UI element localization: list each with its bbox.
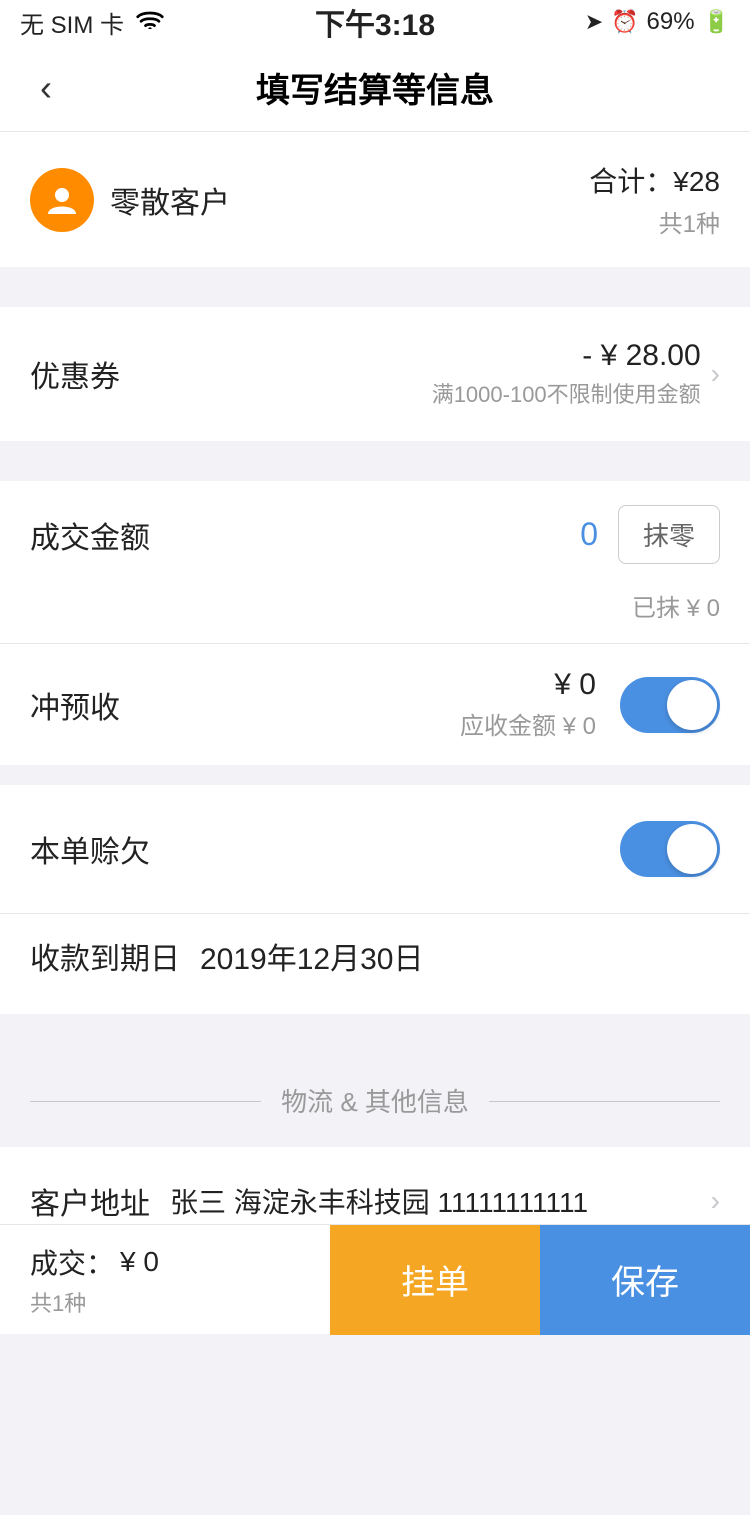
coupon-right: - ¥ 28.00 满1000-100不限制使用金额 ›	[432, 339, 720, 409]
status-time: 下午3:18	[315, 0, 435, 44]
gap4	[0, 1034, 750, 1054]
save-button[interactable]: 保存	[540, 1225, 750, 1335]
customer-total: 合计：¥28	[589, 160, 720, 200]
hold-button[interactable]: 挂单	[330, 1225, 540, 1335]
gap3	[0, 765, 750, 785]
duedate-row[interactable]: 收款到期日 2019年12月30日	[0, 913, 750, 1014]
precollect-sub: 应收金额 ¥ 0	[460, 706, 596, 741]
back-button[interactable]: ‹	[30, 57, 62, 119]
toggle-knob	[667, 680, 717, 730]
wifi-icon	[136, 8, 164, 36]
precollect-amount: ¥ 0	[460, 668, 596, 702]
bottom-info: 成交： ¥ 0 共1种	[0, 1242, 330, 1318]
precollect-toggle[interactable]	[620, 677, 720, 733]
round-zero-button[interactable]: 抹零	[618, 505, 720, 564]
alarm-icon: ⏰	[611, 9, 638, 35]
address-label: 客户地址	[30, 1179, 150, 1223]
coupon-amount: - ¥ 28.00	[432, 339, 701, 373]
avatar	[30, 168, 94, 232]
debt-label: 本单赊欠	[30, 827, 150, 871]
deal-sub-text: 已抹 ¥ 0	[0, 588, 750, 643]
customer-section: 零散客户 合计：¥28 共1种	[0, 132, 750, 267]
gap1	[0, 287, 750, 307]
bottom-bar: 成交： ¥ 0 共1种 挂单 保存	[0, 1224, 750, 1334]
location-icon: ➤	[585, 9, 603, 35]
bottom-deal-label: 成交：	[30, 1242, 114, 1282]
precollect-label: 冲预收	[30, 683, 120, 727]
coupon-row[interactable]: 优惠券 - ¥ 28.00 满1000-100不限制使用金额 ›	[0, 307, 750, 441]
debt-toggle[interactable]	[620, 821, 720, 877]
debt-row: 本单赊欠	[0, 785, 750, 913]
gap11	[0, 1375, 750, 1395]
debt-section: 本单赊欠 收款到期日 2019年12月30日	[0, 785, 750, 1014]
bottom-deal: 成交： ¥ 0	[30, 1242, 300, 1282]
bottom-count: 共1种	[30, 1286, 300, 1318]
carrier-label: 无 SIM 卡	[20, 5, 124, 40]
bottom-deal-amount: ¥ 0	[120, 1246, 159, 1278]
address-chevron-icon: ›	[711, 1185, 720, 1217]
duedate-value: 2019年12月30日	[200, 934, 423, 978]
battery-icon: 🔋	[703, 9, 730, 35]
customer-name: 零散客户	[110, 178, 230, 222]
debt-toggle-knob	[667, 824, 717, 874]
deal-right: 0 抹零	[568, 505, 720, 564]
gap10	[0, 1355, 750, 1375]
status-right: ➤ ⏰ 69% 🔋	[585, 8, 730, 36]
battery-label: 69%	[647, 8, 695, 36]
deal-section: 成交金额 0 抹零 已抹 ¥ 0 冲预收 ¥ 0 应收金额 ¥ 0	[0, 481, 750, 765]
customer-left: 零散客户	[30, 168, 230, 232]
customer-right: 合计：¥28 共1种	[589, 160, 720, 239]
customer-row: 零散客户 合计：¥28 共1种	[0, 132, 750, 267]
duedate-label: 收款到期日	[30, 934, 180, 978]
gap9	[0, 1335, 750, 1355]
address-value: 张三 海淀永丰科技园 11111111111	[170, 1181, 711, 1221]
page-title: 填写结算等信息	[256, 63, 494, 112]
nav-bar: ‹ 填写结算等信息	[0, 44, 750, 132]
logistics-header: 物流 & 其他信息	[0, 1054, 750, 1147]
precollect-right: ¥ 0 应收金额 ¥ 0	[460, 668, 720, 741]
status-bar: 无 SIM 卡 下午3:18 ➤ ⏰ 69% 🔋	[0, 0, 750, 44]
coupon-value: - ¥ 28.00 满1000-100不限制使用金额	[432, 339, 701, 409]
coupon-section: 优惠券 - ¥ 28.00 满1000-100不限制使用金额 ›	[0, 307, 750, 441]
gap2	[0, 461, 750, 481]
customer-count: 共1种	[589, 204, 720, 239]
precollect-row: 冲预收 ¥ 0 应收金额 ¥ 0	[0, 643, 750, 765]
precollect-values: ¥ 0 应收金额 ¥ 0	[460, 668, 596, 741]
coupon-label: 优惠券	[30, 352, 120, 396]
status-left: 无 SIM 卡	[20, 5, 164, 40]
deal-amount-label: 成交金额	[30, 513, 150, 557]
chevron-right-icon: ›	[711, 358, 720, 390]
deal-amount-row: 成交金额 0 抹零	[0, 481, 750, 588]
deal-amount-input[interactable]: 0	[568, 516, 598, 553]
coupon-desc: 满1000-100不限制使用金额	[432, 377, 701, 409]
logistics-title: 物流 & 其他信息	[261, 1082, 489, 1119]
